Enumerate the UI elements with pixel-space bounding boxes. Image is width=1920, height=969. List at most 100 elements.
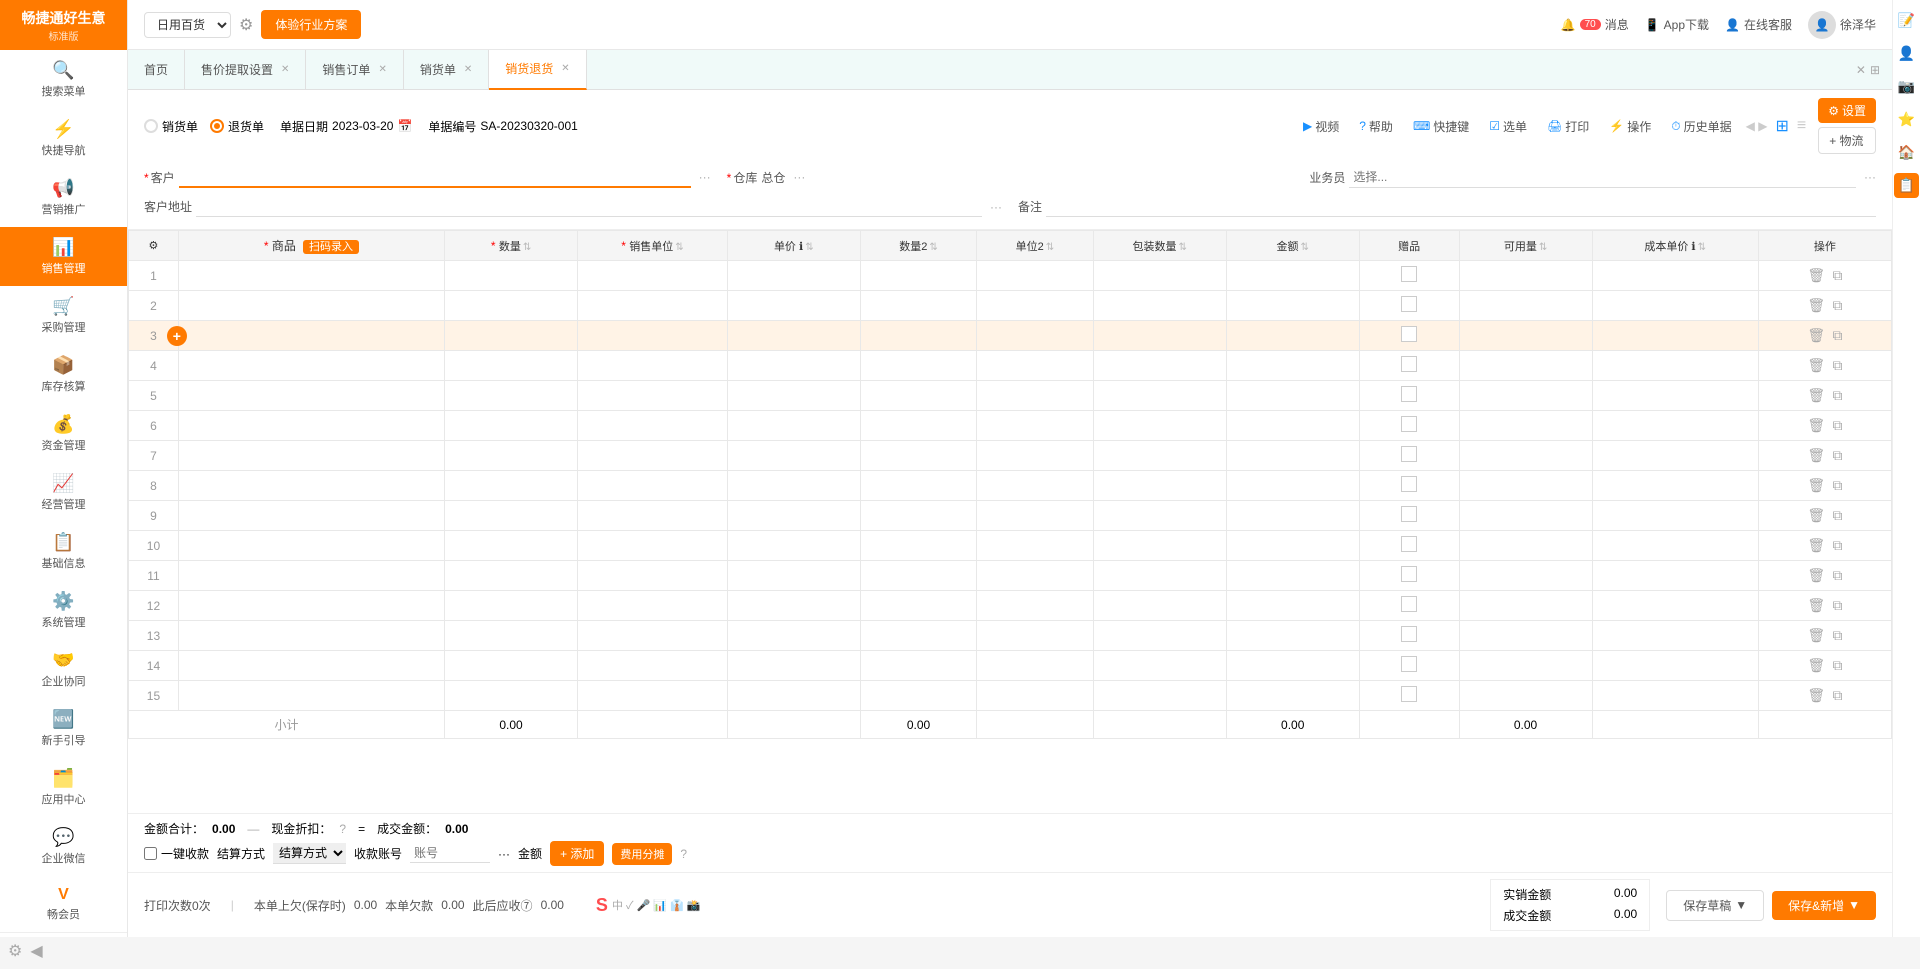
row-available[interactable] <box>1459 531 1592 561</box>
row-product[interactable] <box>178 561 444 591</box>
row-costprice[interactable] <box>1592 351 1758 381</box>
row-qty[interactable] <box>445 471 578 501</box>
row-unit[interactable] <box>578 351 728 381</box>
row-costprice[interactable] <box>1592 441 1758 471</box>
row-available[interactable] <box>1459 291 1592 321</box>
row-pkgqty[interactable] <box>1093 561 1226 591</box>
delete-row-btn[interactable]: 🗑 <box>1805 625 1827 646</box>
sidebar-item-quicknav[interactable]: ⚡ 快捷导航 <box>0 109 127 168</box>
row-costprice[interactable] <box>1592 501 1758 531</box>
product-input[interactable] <box>183 479 440 493</box>
row-price[interactable] <box>727 501 860 531</box>
delete-row-btn[interactable]: 🗑 <box>1805 595 1827 616</box>
account-input[interactable] <box>410 844 490 863</box>
row-price[interactable] <box>727 351 860 381</box>
row-costprice[interactable] <box>1592 291 1758 321</box>
address-input[interactable] <box>196 196 982 217</box>
row-costprice[interactable] <box>1592 681 1758 711</box>
list-view-icon[interactable]: ≡ <box>1797 117 1806 135</box>
row-pkgqty[interactable] <box>1093 531 1226 561</box>
delete-row-btn[interactable]: 🗑 <box>1805 685 1827 706</box>
delete-row-btn[interactable]: 🗑 <box>1805 505 1827 526</box>
tab-sale-order[interactable]: 销售订单 ✕ <box>306 50 403 90</box>
product-input[interactable] <box>183 539 440 553</box>
row-available[interactable] <box>1459 681 1592 711</box>
row-pkgqty[interactable] <box>1093 351 1226 381</box>
row-qty2[interactable] <box>860 501 976 531</box>
copy-row-btn[interactable]: ⧉ <box>1830 355 1844 376</box>
product-input[interactable] <box>183 629 440 643</box>
sidebar-item-guide[interactable]: 🆕 新手引导 <box>0 699 127 758</box>
delete-row-btn[interactable]: 🗑 <box>1805 475 1827 496</box>
row-available[interactable] <box>1459 321 1592 351</box>
row-unit2[interactable] <box>977 471 1093 501</box>
delete-row-btn[interactable]: 🗑 <box>1805 445 1827 466</box>
row-costprice[interactable] <box>1592 381 1758 411</box>
row-unit2[interactable] <box>977 561 1093 591</box>
product-input[interactable] <box>183 389 440 403</box>
copy-row-btn[interactable]: ⧉ <box>1830 565 1844 586</box>
gift-checkbox[interactable] <box>1401 446 1417 462</box>
row-unit[interactable] <box>578 531 728 561</box>
row-qty2[interactable] <box>860 381 976 411</box>
copy-row-btn[interactable]: ⧉ <box>1830 655 1844 676</box>
row-amount[interactable] <box>1226 321 1359 351</box>
product-input[interactable] <box>183 659 440 673</box>
row-product[interactable] <box>178 501 444 531</box>
gift-checkbox[interactable] <box>1401 506 1417 522</box>
row-qty[interactable] <box>445 381 578 411</box>
delete-row-btn[interactable]: 🗑 <box>1805 565 1827 586</box>
delete-row-btn[interactable]: 🗑 <box>1805 655 1827 676</box>
settlement-select[interactable]: 结算方式 <box>273 843 346 864</box>
row-gift[interactable] <box>1359 591 1459 621</box>
sidebar-item-member[interactable]: V 畅会员 <box>0 876 127 932</box>
row-amount[interactable] <box>1226 291 1359 321</box>
row-pkgqty[interactable] <box>1093 321 1226 351</box>
row-product[interactable] <box>178 381 444 411</box>
row-qty2[interactable] <box>860 471 976 501</box>
row-amount[interactable] <box>1226 591 1359 621</box>
row-unit[interactable] <box>578 321 728 351</box>
row-price[interactable] <box>727 531 860 561</box>
row-qty2[interactable] <box>860 411 976 441</box>
row-price[interactable] <box>727 621 860 651</box>
copy-row-btn[interactable]: ⧉ <box>1830 595 1844 616</box>
row-pkgqty[interactable] <box>1093 651 1226 681</box>
row-price[interactable] <box>727 591 860 621</box>
row-available[interactable] <box>1459 441 1592 471</box>
sidebar-item-system[interactable]: ⚙️ 系统管理 <box>0 581 127 640</box>
row-gift[interactable] <box>1359 681 1459 711</box>
row-costprice[interactable] <box>1592 411 1758 441</box>
delete-row-btn[interactable]: 🗑 <box>1805 355 1827 376</box>
discount-question-icon[interactable]: ? <box>339 822 346 836</box>
grid-view-icon[interactable]: ⊞ <box>1775 116 1788 136</box>
delete-row-btn[interactable]: 🗑 <box>1805 325 1827 346</box>
row-pkgqty[interactable] <box>1093 291 1226 321</box>
row-unit[interactable] <box>578 681 728 711</box>
radio-sale-delivery[interactable]: 销货单 <box>144 118 198 135</box>
notification-item[interactable]: 🔔 70 消息 <box>1561 16 1629 33</box>
row-costprice[interactable] <box>1592 651 1758 681</box>
row-qty[interactable] <box>445 651 578 681</box>
product-input[interactable] <box>183 299 440 313</box>
row-pkgqty[interactable] <box>1093 471 1226 501</box>
customer-dots[interactable]: ··· <box>699 170 711 184</box>
industry-select[interactable]: 日用百货 <box>144 12 231 38</box>
add-btn[interactable]: + 添加 <box>550 841 604 866</box>
copy-row-btn[interactable]: ⧉ <box>1830 445 1844 466</box>
row-available[interactable] <box>1459 651 1592 681</box>
row-qty2[interactable] <box>860 651 976 681</box>
gift-checkbox[interactable] <box>1401 296 1417 312</box>
row-product[interactable] <box>178 681 444 711</box>
row-pkgqty[interactable] <box>1093 621 1226 651</box>
row-costprice[interactable] <box>1592 471 1758 501</box>
address-dots[interactable]: ··· <box>990 200 1002 214</box>
warehouse-dots[interactable]: ··· <box>793 170 805 184</box>
row-qty2[interactable] <box>860 531 976 561</box>
row-unit2[interactable] <box>977 591 1093 621</box>
row-unit2[interactable] <box>977 261 1093 291</box>
row-product[interactable] <box>178 651 444 681</box>
row-qty[interactable] <box>445 441 578 471</box>
customer-input[interactable] <box>179 166 691 188</box>
row-gift[interactable] <box>1359 561 1459 591</box>
